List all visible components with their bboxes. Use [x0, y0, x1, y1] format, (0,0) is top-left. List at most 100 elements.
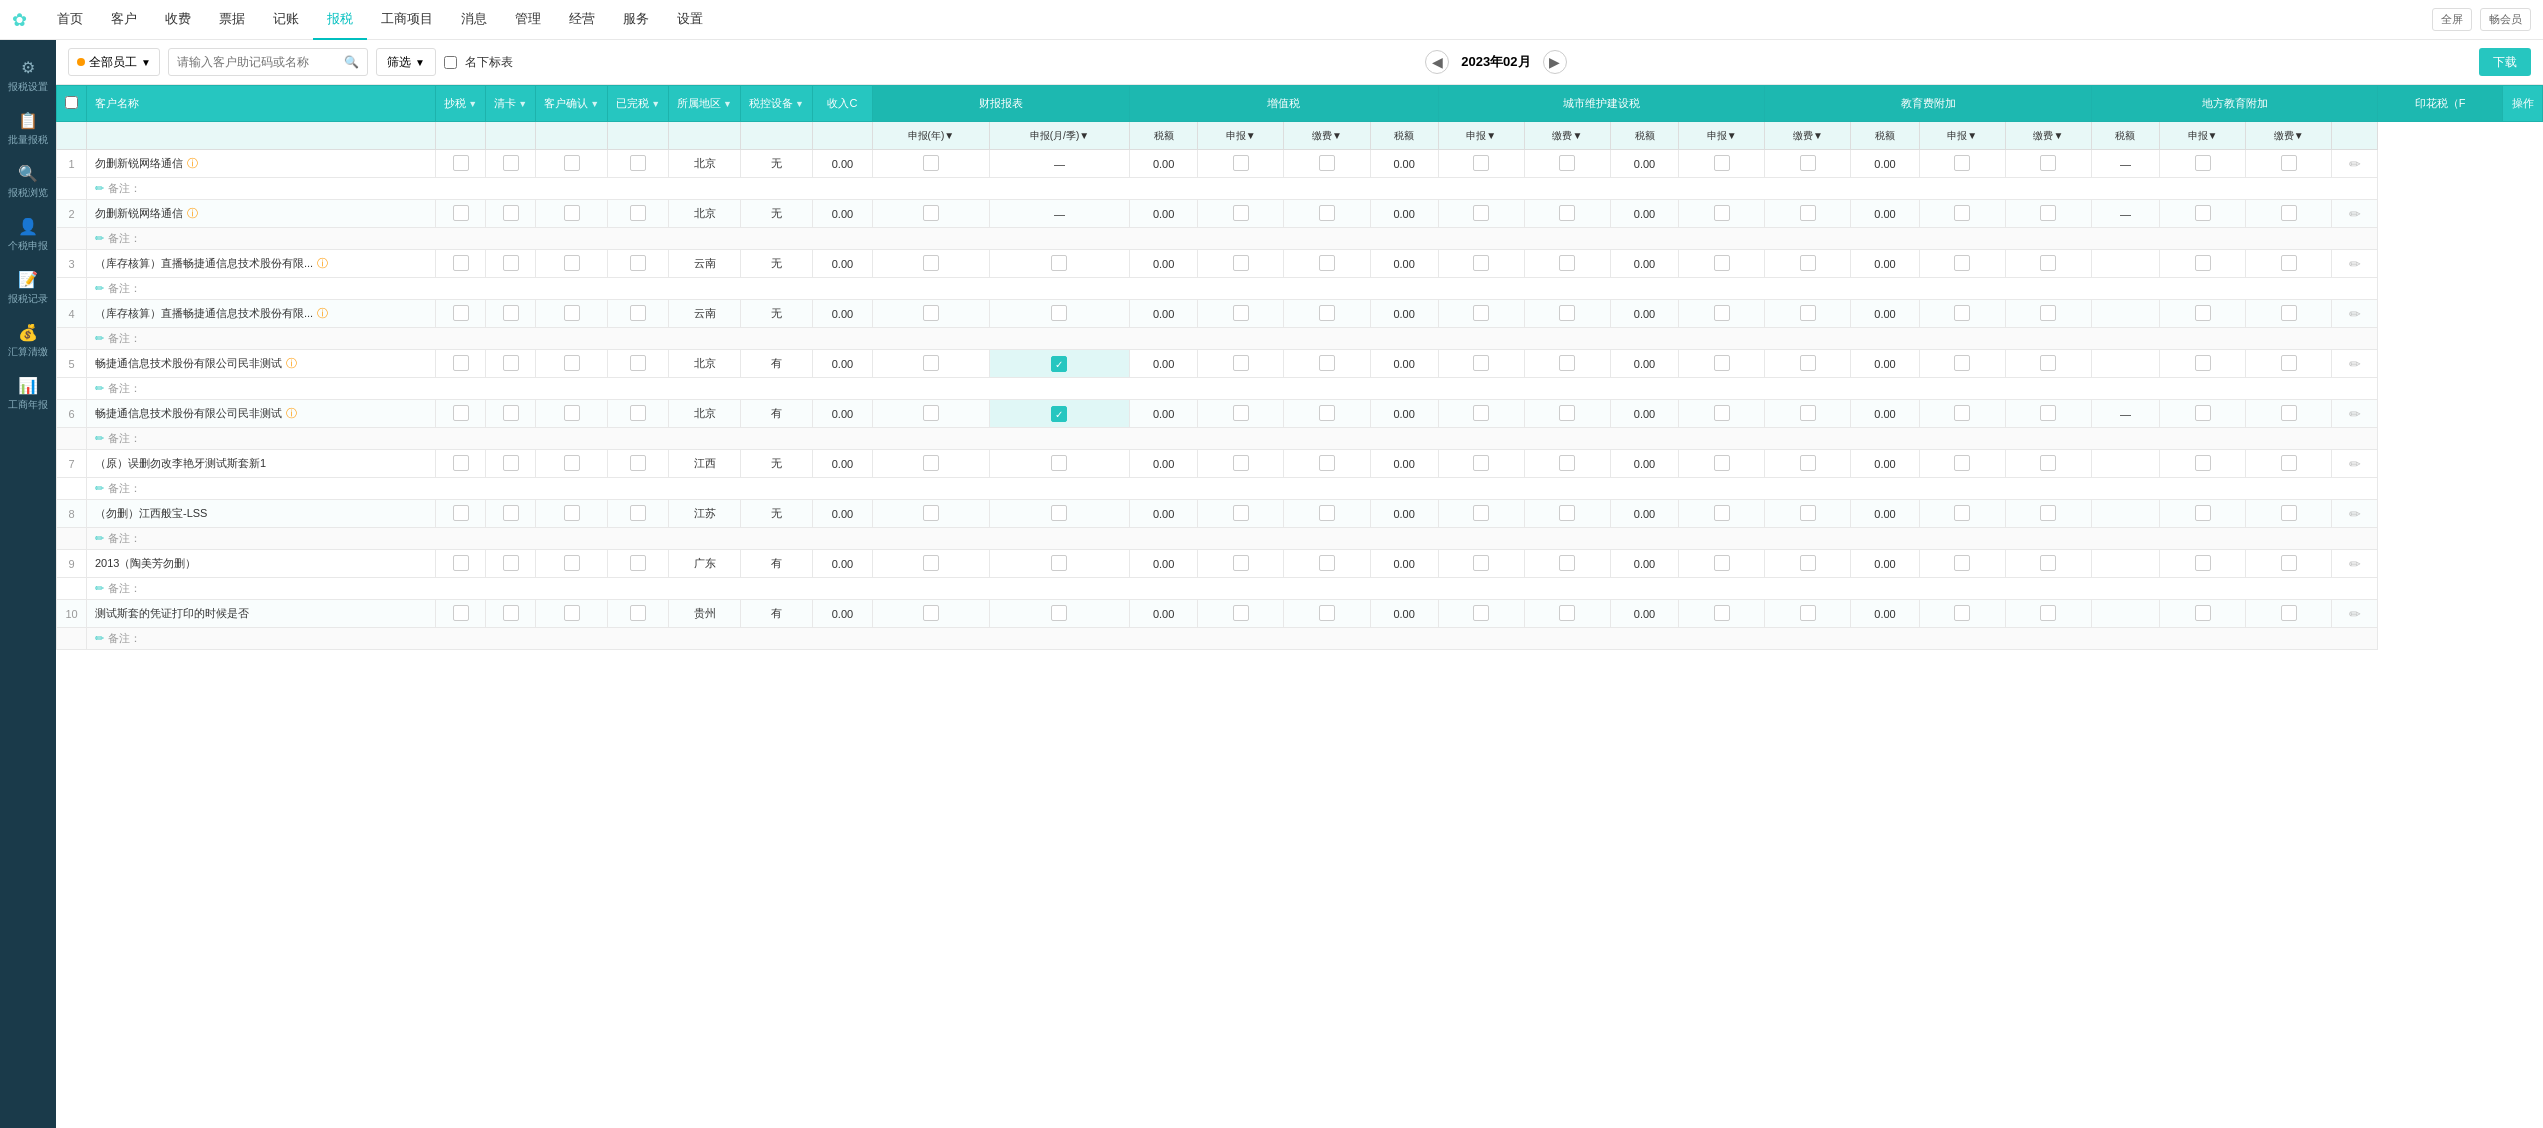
cw-year-cell[interactable] — [872, 150, 989, 178]
local-pay-cell[interactable] — [2005, 150, 2091, 178]
confirm-cell[interactable] — [536, 150, 608, 178]
edu-apply-cell[interactable] — [1679, 450, 1765, 478]
paid-cell[interactable] — [608, 400, 669, 428]
filter-button[interactable]: 筛选 ▼ — [376, 48, 436, 76]
company-name[interactable]: （原）误删勿改李艳牙测试斯套新1 — [87, 450, 436, 478]
qing-ka-cell[interactable] — [486, 450, 536, 478]
cw-year-cell[interactable] — [872, 200, 989, 228]
city-pay-cell[interactable] — [1524, 600, 1610, 628]
confirm-cell[interactable] — [536, 250, 608, 278]
local-pay-cell[interactable] — [2005, 400, 2091, 428]
company-name[interactable]: 勿删新锐网络通信ⓘ — [87, 150, 436, 178]
edu-apply-cell[interactable] — [1679, 550, 1765, 578]
cw-year-cell[interactable] — [872, 550, 989, 578]
city-pay-cell[interactable] — [1524, 150, 1610, 178]
confirm-cell[interactable] — [536, 600, 608, 628]
fullscreen-button[interactable]: 全屏 — [2432, 8, 2472, 31]
action-edit-cell[interactable]: ✏ — [2332, 450, 2378, 478]
local-apply-cell[interactable] — [1919, 300, 2005, 328]
action-edit-cell[interactable]: ✏ — [2332, 500, 2378, 528]
download-button[interactable]: 下载 — [2479, 48, 2531, 76]
stamp-apply-cell[interactable] — [2159, 500, 2245, 528]
action-edit-cell[interactable]: ✏ — [2332, 200, 2378, 228]
local-apply-cell[interactable] — [1919, 200, 2005, 228]
vat-pay-cell[interactable] — [1284, 300, 1370, 328]
stamp-apply-cell[interactable] — [2159, 550, 2245, 578]
confirm-cell[interactable] — [536, 550, 608, 578]
sidebar-item-baoshuilv[interactable]: 📝 报税记录 — [0, 260, 56, 313]
select-all-checkbox[interactable] — [65, 96, 78, 109]
sidebar-item-geshui[interactable]: 👤 个税申报 — [0, 207, 56, 260]
chao-shui-cell[interactable] — [436, 600, 486, 628]
stamp-apply-cell[interactable] — [2159, 200, 2245, 228]
action-edit-cell[interactable]: ✏ — [2332, 600, 2378, 628]
edu-apply-cell[interactable] — [1679, 400, 1765, 428]
vat-pay-cell[interactable] — [1284, 200, 1370, 228]
edit-icon[interactable]: ✏ — [2349, 556, 2361, 572]
cw-year-cell[interactable] — [872, 450, 989, 478]
remark-content[interactable]: ✏备注： — [87, 278, 2378, 300]
city-apply-cell[interactable] — [1438, 400, 1524, 428]
cw-month-cell[interactable] — [989, 500, 1129, 528]
remark-content[interactable]: ✏备注： — [87, 578, 2378, 600]
stamp-pay-cell[interactable] — [2246, 550, 2332, 578]
city-apply-cell[interactable] — [1438, 250, 1524, 278]
nav-bookkeeping[interactable]: 记账 — [259, 0, 313, 40]
remark-content[interactable]: ✏备注： — [87, 628, 2378, 650]
edu-apply-cell[interactable] — [1679, 500, 1765, 528]
chao-shui-cell[interactable] — [436, 450, 486, 478]
city-pay-cell[interactable] — [1524, 300, 1610, 328]
confirm-cell[interactable] — [536, 300, 608, 328]
remark-content[interactable]: ✏备注： — [87, 378, 2378, 400]
stamp-apply-cell[interactable] — [2159, 400, 2245, 428]
cw-year-cell[interactable] — [872, 400, 989, 428]
cw-year-cell[interactable] — [872, 300, 989, 328]
edit-icon[interactable]: ✏ — [2349, 356, 2361, 372]
remark-content[interactable]: ✏备注： — [87, 178, 2378, 200]
local-apply-cell[interactable] — [1919, 250, 2005, 278]
action-edit-cell[interactable]: ✏ — [2332, 150, 2378, 178]
qing-ka-cell[interactable] — [486, 200, 536, 228]
sidebar-item-baoshuiliulan[interactable]: 🔍 报税浏览 — [0, 154, 56, 207]
chao-shui-cell[interactable] — [436, 350, 486, 378]
qing-ka-cell[interactable] — [486, 400, 536, 428]
qing-ka-cell[interactable] — [486, 350, 536, 378]
action-edit-cell[interactable]: ✏ — [2332, 550, 2378, 578]
chao-shui-cell[interactable] — [436, 500, 486, 528]
action-edit-cell[interactable]: ✏ — [2332, 350, 2378, 378]
cw-month-cell[interactable]: — — [989, 150, 1129, 178]
cw-year-cell[interactable] — [872, 250, 989, 278]
action-edit-cell[interactable]: ✏ — [2332, 250, 2378, 278]
local-pay-cell[interactable] — [2005, 350, 2091, 378]
search-box[interactable]: 🔍 — [168, 48, 368, 76]
city-pay-cell[interactable] — [1524, 450, 1610, 478]
city-apply-cell[interactable] — [1438, 150, 1524, 178]
edit-icon[interactable]: ✏ — [2349, 456, 2361, 472]
remark-content[interactable]: ✏备注： — [87, 328, 2378, 350]
edu-pay-cell[interactable] — [1765, 600, 1851, 628]
vat-apply-cell[interactable] — [1198, 450, 1284, 478]
nav-message[interactable]: 消息 — [447, 0, 501, 40]
qing-ka-cell[interactable] — [486, 250, 536, 278]
local-apply-cell[interactable] — [1919, 450, 2005, 478]
nav-tax[interactable]: 报税 — [313, 0, 367, 40]
qing-ka-cell[interactable] — [486, 150, 536, 178]
edu-pay-cell[interactable] — [1765, 200, 1851, 228]
paid-cell[interactable] — [608, 150, 669, 178]
stamp-apply-cell[interactable] — [2159, 250, 2245, 278]
local-apply-cell[interactable] — [1919, 400, 2005, 428]
local-apply-cell[interactable] — [1919, 600, 2005, 628]
local-pay-cell[interactable] — [2005, 600, 2091, 628]
cw-month-cell[interactable] — [989, 600, 1129, 628]
company-name[interactable]: 畅捷通信息技术股份有限公司民非测试ⓘ — [87, 350, 436, 378]
label-sheet-checkbox[interactable] — [444, 56, 457, 69]
vat-pay-cell[interactable] — [1284, 450, 1370, 478]
edit-icon[interactable]: ✏ — [2349, 306, 2361, 322]
edit-icon[interactable]: ✏ — [2349, 156, 2361, 172]
remark-content[interactable]: ✏备注： — [87, 228, 2378, 250]
vat-pay-cell[interactable] — [1284, 600, 1370, 628]
cw-year-cell[interactable] — [872, 600, 989, 628]
edu-pay-cell[interactable] — [1765, 150, 1851, 178]
remark-content[interactable]: ✏备注： — [87, 478, 2378, 500]
paid-cell[interactable] — [608, 250, 669, 278]
